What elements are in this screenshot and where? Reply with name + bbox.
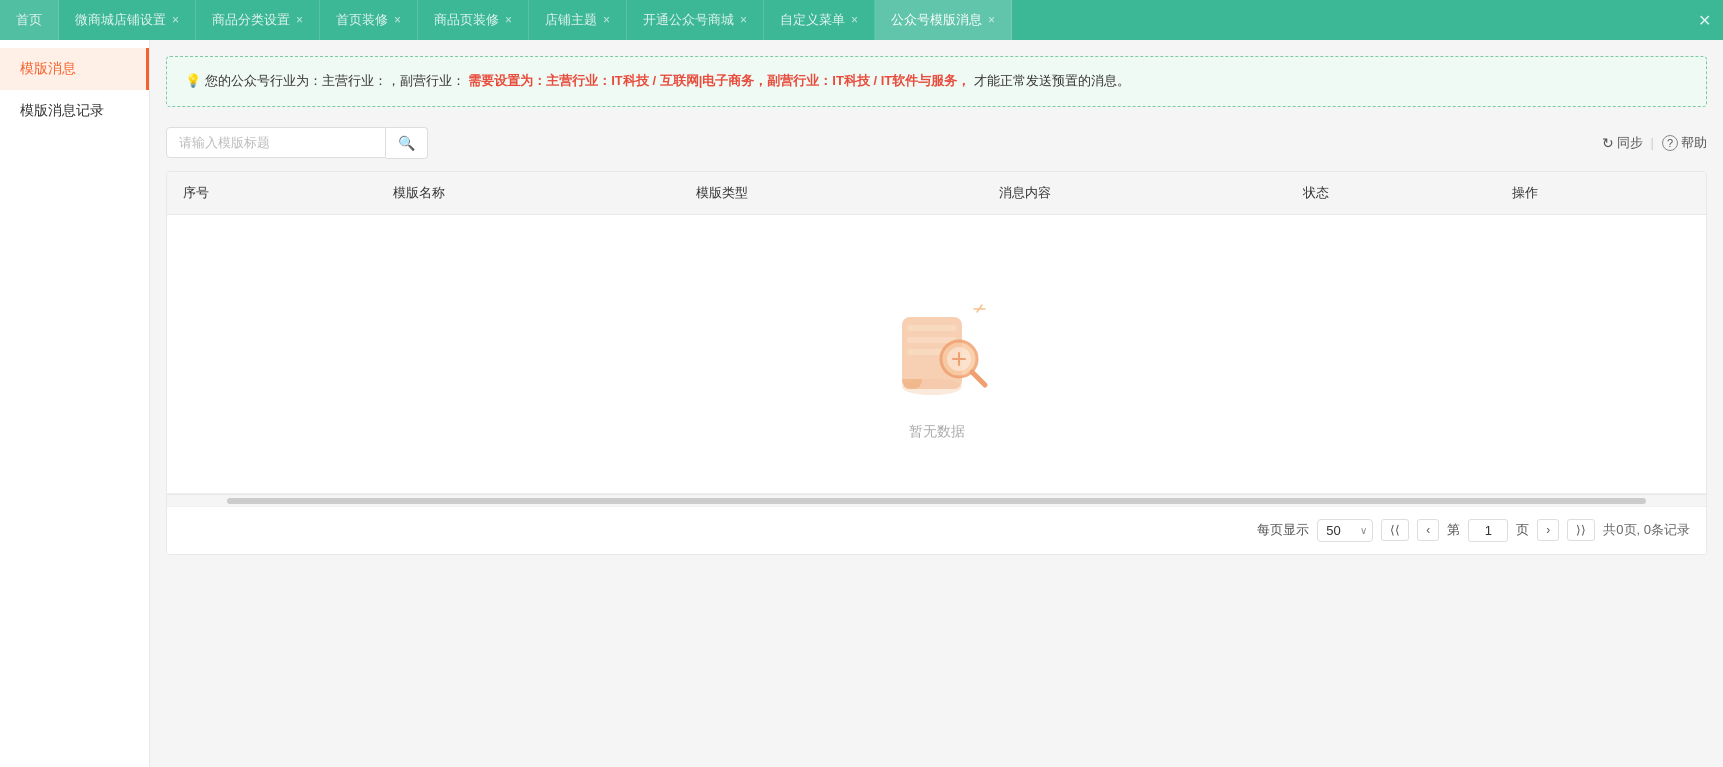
table-header: 序号模版名称模版类型消息内容状态操作 — [167, 172, 1706, 215]
tab-close-shop-settings[interactable]: × — [172, 14, 179, 26]
search-button[interactable]: 🔍 — [386, 127, 428, 159]
notice-icon: 💡 — [185, 73, 201, 88]
help-label: 帮助 — [1681, 134, 1707, 152]
tab-custom-menu[interactable]: 自定义菜单 × — [764, 0, 875, 40]
tab-close-home-decor[interactable]: × — [394, 14, 401, 26]
col-header-name: 模版名称 — [377, 172, 680, 215]
search-icon: 🔍 — [398, 135, 415, 151]
empty-state: 暂无数据 — [183, 227, 1690, 481]
notice-banner: 💡 您的公众号行业为：主营行业：，副营行业： 需要设置为：主营行业：IT科技 /… — [166, 56, 1707, 107]
tab-close-product-category[interactable]: × — [296, 14, 303, 26]
pagination: 每页显示 102050100 ⟨⟨ ‹ 第 页 › ⟩⟩ 共0页, 0条记录 — [167, 506, 1706, 554]
total-info: 共0页, 0条记录 — [1603, 521, 1690, 539]
current-page-input[interactable] — [1468, 519, 1508, 542]
page-size-label: 每页显示 — [1257, 521, 1309, 539]
tab-template-msg[interactable]: 公众号模版消息 × — [875, 0, 1012, 40]
page-size-select[interactable]: 102050100 — [1317, 519, 1373, 542]
divider: | — [1651, 135, 1654, 150]
tab-product-decor[interactable]: 商品页装修 × — [418, 0, 529, 40]
notice-text-before: 您的公众号行业为：主营行业：，副营行业： — [205, 73, 465, 88]
tab-close-open-mall[interactable]: × — [740, 14, 747, 26]
prev-page-button[interactable]: ‹ — [1417, 519, 1439, 541]
col-header-index: 序号 — [167, 172, 377, 215]
tab-home-decor[interactable]: 首页装修 × — [320, 0, 418, 40]
sidebar-item-template-msg-record[interactable]: 模版消息记录 — [0, 90, 149, 132]
empty-illustration — [877, 287, 997, 407]
next-page-button[interactable]: › — [1537, 519, 1559, 541]
tab-close-template-msg[interactable]: × — [988, 14, 995, 26]
empty-text: 暂无数据 — [909, 423, 965, 441]
svg-line-7 — [972, 372, 985, 385]
sync-button[interactable]: ↻ 同步 — [1602, 134, 1643, 152]
tab-home[interactable]: 首页 — [0, 0, 59, 40]
tab-close-custom-menu[interactable]: × — [851, 14, 858, 26]
scrollbar-track — [227, 498, 1646, 504]
help-button[interactable]: ? 帮助 — [1662, 134, 1707, 152]
page-word: 第 — [1447, 521, 1460, 539]
sidebar: 模版消息模版消息记录 — [0, 40, 150, 767]
search-bar: 🔍 ↻ 同步 | ? 帮助 — [166, 127, 1707, 159]
col-header-status: 状态 — [1287, 172, 1497, 215]
search-right: ↻ 同步 | ? 帮助 — [1602, 134, 1707, 152]
first-page-button[interactable]: ⟨⟨ — [1381, 519, 1409, 541]
page-suffix: 页 — [1516, 521, 1529, 539]
tab-product-category[interactable]: 商品分类设置 × — [196, 0, 320, 40]
close-all-button[interactable]: ✕ — [1686, 11, 1723, 30]
notice-text-after: 才能正常发送预置的消息。 — [974, 73, 1130, 88]
horizontal-scrollbar[interactable] — [167, 494, 1706, 506]
sync-label: 同步 — [1617, 134, 1643, 152]
table-container: 序号模版名称模版类型消息内容状态操作 — [166, 171, 1707, 555]
tab-shop-theme[interactable]: 店铺主题 × — [529, 0, 627, 40]
last-page-button[interactable]: ⟩⟩ — [1567, 519, 1595, 541]
search-input[interactable] — [166, 127, 386, 158]
col-header-action: 操作 — [1496, 172, 1706, 215]
col-header-content: 消息内容 — [983, 172, 1286, 215]
notice-highlight: 需要设置为：主营行业：IT科技 / 互联网|电子商务，副营行业：IT科技 / I… — [468, 73, 970, 88]
content-area: 💡 您的公众号行业为：主营行业：，副营行业： 需要设置为：主营行业：IT科技 /… — [150, 40, 1723, 767]
main-layout: 模版消息模版消息记录 💡 您的公众号行业为：主营行业：，副营行业： 需要设置为：… — [0, 40, 1723, 767]
tab-close-product-decor[interactable]: × — [505, 14, 512, 26]
tab-close-shop-theme[interactable]: × — [603, 14, 610, 26]
tab-shop-settings[interactable]: 微商城店铺设置 × — [59, 0, 196, 40]
search-left: 🔍 — [166, 127, 428, 159]
svg-rect-2 — [907, 325, 957, 331]
tab-bar: 首页微商城店铺设置 ×商品分类设置 ×首页装修 ×商品页装修 ×店铺主题 ×开通… — [0, 0, 1723, 40]
sync-icon: ↻ — [1602, 135, 1614, 151]
page-size-wrapper: 102050100 — [1317, 519, 1373, 542]
help-icon: ? — [1662, 135, 1678, 151]
data-table: 序号模版名称模版类型消息内容状态操作 — [167, 172, 1706, 494]
col-header-type: 模版类型 — [680, 172, 983, 215]
sidebar-item-template-msg[interactable]: 模版消息 — [0, 48, 149, 90]
table-body: 暂无数据 — [167, 214, 1706, 493]
tab-open-mall[interactable]: 开通公众号商城 × — [627, 0, 764, 40]
